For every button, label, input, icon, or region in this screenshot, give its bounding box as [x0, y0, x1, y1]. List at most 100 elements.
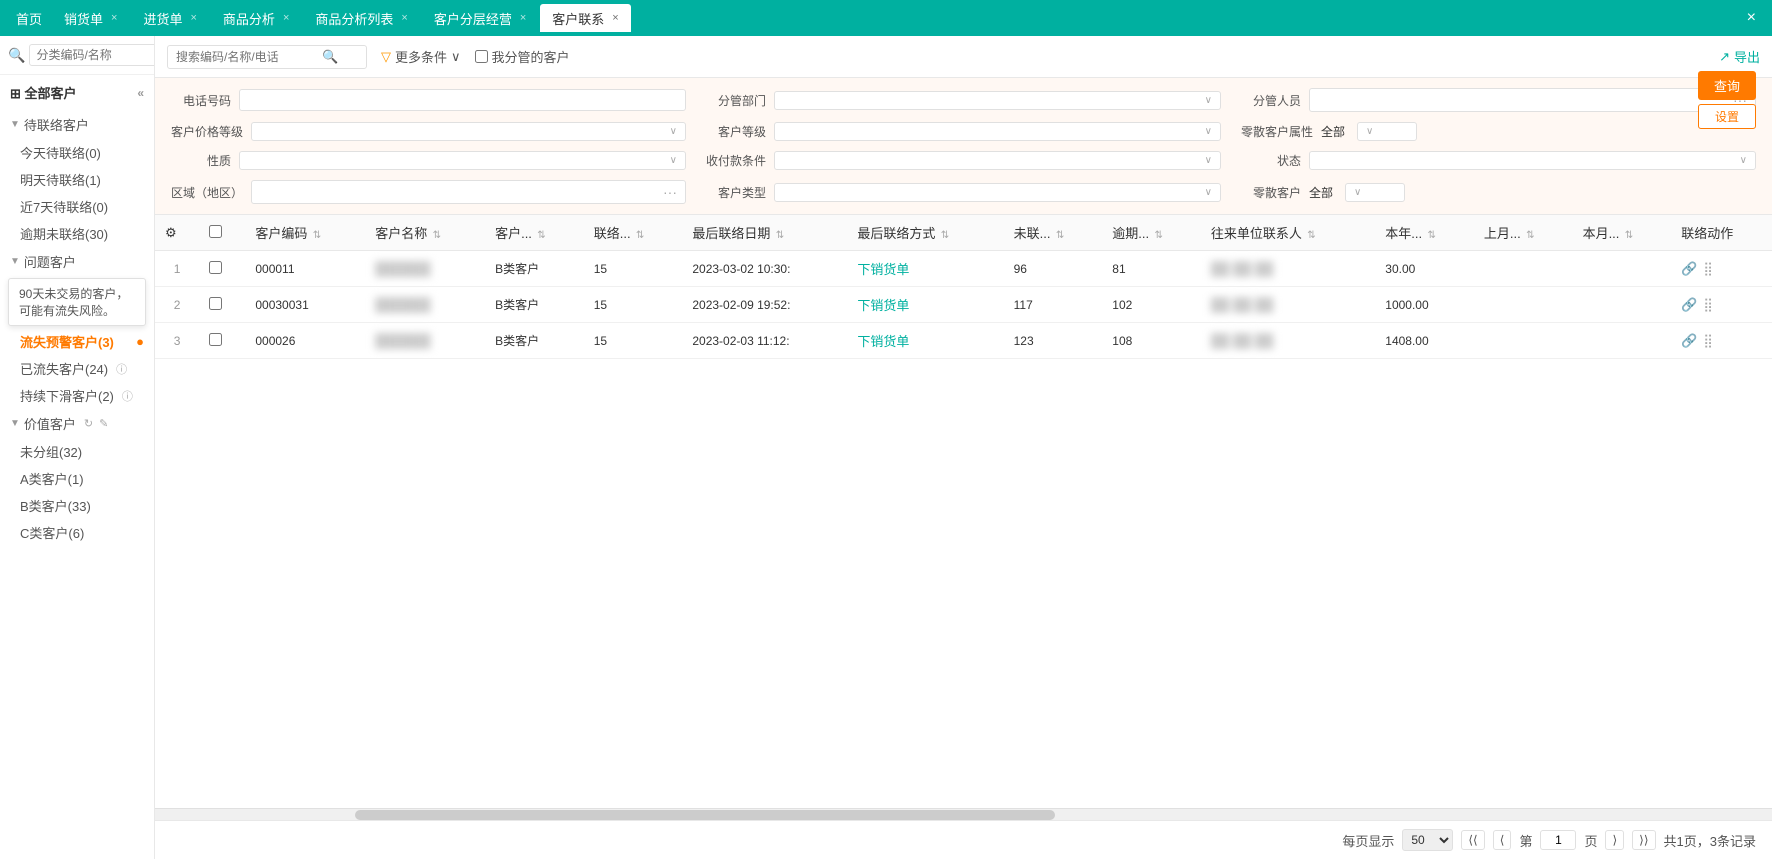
nav-tab-customer-tier[interactable]: 客户分层经营 × [422, 4, 538, 32]
query-button[interactable]: 查询 [1698, 71, 1756, 100]
sort-last-month-icon[interactable]: ⇅ [1526, 230, 1534, 241]
row-overdue-1: 102 [1102, 287, 1201, 323]
sidebar-all-customers[interactable]: ⊞ 全部客户 « [0, 75, 154, 110]
sort-code-icon[interactable]: ⇅ [313, 230, 321, 241]
sidebar-item-tomorrow-pending[interactable]: 明天待联络(1) [0, 166, 154, 193]
first-page-button[interactable]: ⟨⟨ [1461, 830, 1484, 850]
sort-overdue-icon[interactable]: ⇅ [1154, 230, 1162, 241]
sort-date-icon[interactable]: ⇅ [776, 230, 784, 241]
my-customers-checkbox[interactable] [475, 50, 488, 63]
close-tab-analysis-icon[interactable]: × [283, 12, 289, 24]
settings-col-header[interactable]: ⚙ [155, 215, 199, 251]
action-link-icon-1[interactable]: 🔗 [1681, 297, 1697, 313]
nature-select[interactable]: ∨ [239, 151, 686, 170]
table-settings-icon[interactable]: ⚙ [165, 225, 177, 240]
filter-row-customer-type: 客户类型 ∨ [706, 180, 1221, 204]
nav-tab-analysis[interactable]: 商品分析 × [211, 4, 301, 32]
close-tab-customer-tier-icon[interactable]: × [520, 12, 526, 24]
scattered-select[interactable]: ∨ [1345, 183, 1405, 202]
row-checkbox-0[interactable] [199, 251, 245, 287]
sort-unlink-icon[interactable]: ⇅ [1056, 230, 1064, 241]
dept-select[interactable]: ∨ [774, 91, 1221, 110]
customer-type-label: 客户类型 [706, 184, 766, 201]
horizontal-scrollbar[interactable] [155, 808, 1772, 820]
sidebar-group-problem[interactable]: ▼ 问题客户 [0, 247, 154, 276]
close-tab-sales-icon[interactable]: × [111, 12, 117, 24]
scrollbar-thumb[interactable] [355, 810, 1055, 820]
settings-button[interactable]: 设置 [1698, 104, 1756, 129]
collapse-sidebar-icon[interactable]: « [137, 86, 144, 100]
sidebar-item-class-b[interactable]: B类客户(33) [0, 492, 154, 519]
last-method-link-2[interactable]: 下销货单 [857, 334, 909, 349]
row-actions-1: 🔗 ⣿ [1671, 287, 1772, 323]
export-button[interactable]: ↗ 导出 [1719, 47, 1760, 66]
next-page-button[interactable]: ⟩ [1605, 830, 1624, 850]
close-all-tabs-button[interactable]: × [1739, 9, 1764, 27]
customer-type-select[interactable]: ∨ [774, 183, 1221, 202]
sidebar-item-ungrouped[interactable]: 未分组(32) [0, 438, 154, 465]
sidebar-item-churned[interactable]: 已流失客户(24) ⓘ [0, 355, 154, 382]
row-checkbox-2[interactable] [199, 323, 245, 359]
close-tab-customer-contact-icon[interactable]: × [612, 12, 618, 24]
manager-select[interactable]: ··· [1309, 88, 1756, 112]
search-input[interactable] [176, 50, 316, 64]
row-last-method-2[interactable]: 下销货单 [847, 323, 1003, 359]
checkbox-col-header[interactable] [199, 215, 245, 251]
row-type-1: B类客户 [485, 287, 584, 323]
last-page-button[interactable]: ⟩⟩ [1632, 830, 1655, 850]
sidebar-group-value[interactable]: ▼ 价值客户 ↻ ✎ [0, 409, 154, 438]
sidebar-item-week-pending[interactable]: 近7天待联络(0) [0, 193, 154, 220]
sidebar-item-declining[interactable]: 持续下滑客户(2) ⓘ [0, 382, 154, 409]
sort-contact-icon[interactable]: ⇅ [636, 230, 644, 241]
my-customers-checkbox-label[interactable]: 我分管的客户 [475, 47, 570, 66]
sidebar-search-input[interactable] [29, 44, 155, 66]
sort-this-month-icon[interactable]: ⇅ [1625, 230, 1633, 241]
nav-tab-sales[interactable]: 销货单 × [52, 4, 129, 32]
status-select[interactable]: ∨ [1309, 151, 1756, 170]
select-all-checkbox[interactable] [209, 225, 222, 238]
action-more-icon-2[interactable]: ⣿ [1703, 333, 1713, 349]
phone-input[interactable] [239, 89, 686, 111]
table-row: 3 000026 ██████ B类客户 15 2023-02-03 11:12… [155, 323, 1772, 359]
action-link-icon-2[interactable]: 🔗 [1681, 333, 1697, 349]
price-level-select[interactable]: ∨ [251, 122, 686, 141]
edit-icon[interactable]: ✎ [99, 417, 108, 430]
refresh-icon[interactable]: ↻ [84, 417, 93, 430]
sidebar-item-churn-warning[interactable]: 流失预警客户(3) ● [0, 328, 154, 355]
sort-type-icon[interactable]: ⇅ [537, 230, 545, 241]
nav-tab-customer-contact[interactable]: 客户联系 × [540, 4, 630, 32]
sidebar-group-pending[interactable]: ▼ 待联络客户 [0, 110, 154, 139]
sort-person-icon[interactable]: ⇅ [1307, 230, 1315, 241]
customer-level-label: 客户等级 [706, 123, 766, 140]
action-more-icon-0[interactable]: ⣿ [1703, 261, 1713, 277]
sidebar-item-overdue-contact[interactable]: 逾期未联络(30) [0, 220, 154, 247]
action-link-icon-0[interactable]: 🔗 [1681, 261, 1697, 277]
nav-home-tab[interactable]: 首页 [8, 9, 50, 28]
sidebar-item-class-c[interactable]: C类客户(6) [0, 519, 154, 546]
phone-label: 电话号码 [171, 92, 231, 109]
more-conditions-button[interactable]: ▽ 更多条件 ∨ [375, 44, 467, 69]
page-number-input[interactable] [1540, 830, 1576, 850]
last-method-link-0[interactable]: 下销货单 [857, 262, 909, 277]
last-method-link-1[interactable]: 下销货单 [857, 298, 909, 313]
per-page-select[interactable]: 50 100 200 [1402, 829, 1453, 851]
close-tab-purchase-icon[interactable]: × [190, 12, 196, 24]
scattered-attr-select[interactable]: ∨ [1357, 122, 1417, 141]
close-tab-analysis-list-icon[interactable]: × [401, 12, 407, 24]
nav-tab-analysis-list[interactable]: 商品分析列表 × [303, 4, 419, 32]
sort-name-icon[interactable]: ⇅ [433, 230, 441, 241]
row-last-method-0[interactable]: 下销货单 [847, 251, 1003, 287]
row-last-method-1[interactable]: 下销货单 [847, 287, 1003, 323]
sort-method-icon[interactable]: ⇅ [941, 230, 949, 241]
action-more-icon-1[interactable]: ⣿ [1703, 297, 1713, 313]
payment-select[interactable]: ∨ [774, 151, 1221, 170]
sort-year-icon[interactable]: ⇅ [1427, 230, 1435, 241]
customer-level-select[interactable]: ∨ [774, 122, 1221, 141]
nav-tab-purchase[interactable]: 进货单 × [131, 4, 208, 32]
row-checkbox-1[interactable] [199, 287, 245, 323]
sidebar-item-class-a[interactable]: A类客户(1) [0, 465, 154, 492]
sidebar-item-today-pending[interactable]: 今天待联络(0) [0, 139, 154, 166]
prev-page-button[interactable]: ⟨ [1493, 830, 1512, 850]
region-select[interactable]: ··· [251, 180, 686, 204]
table-row: 2 00030031 ██████ B类客户 15 2023-02-09 19:… [155, 287, 1772, 323]
